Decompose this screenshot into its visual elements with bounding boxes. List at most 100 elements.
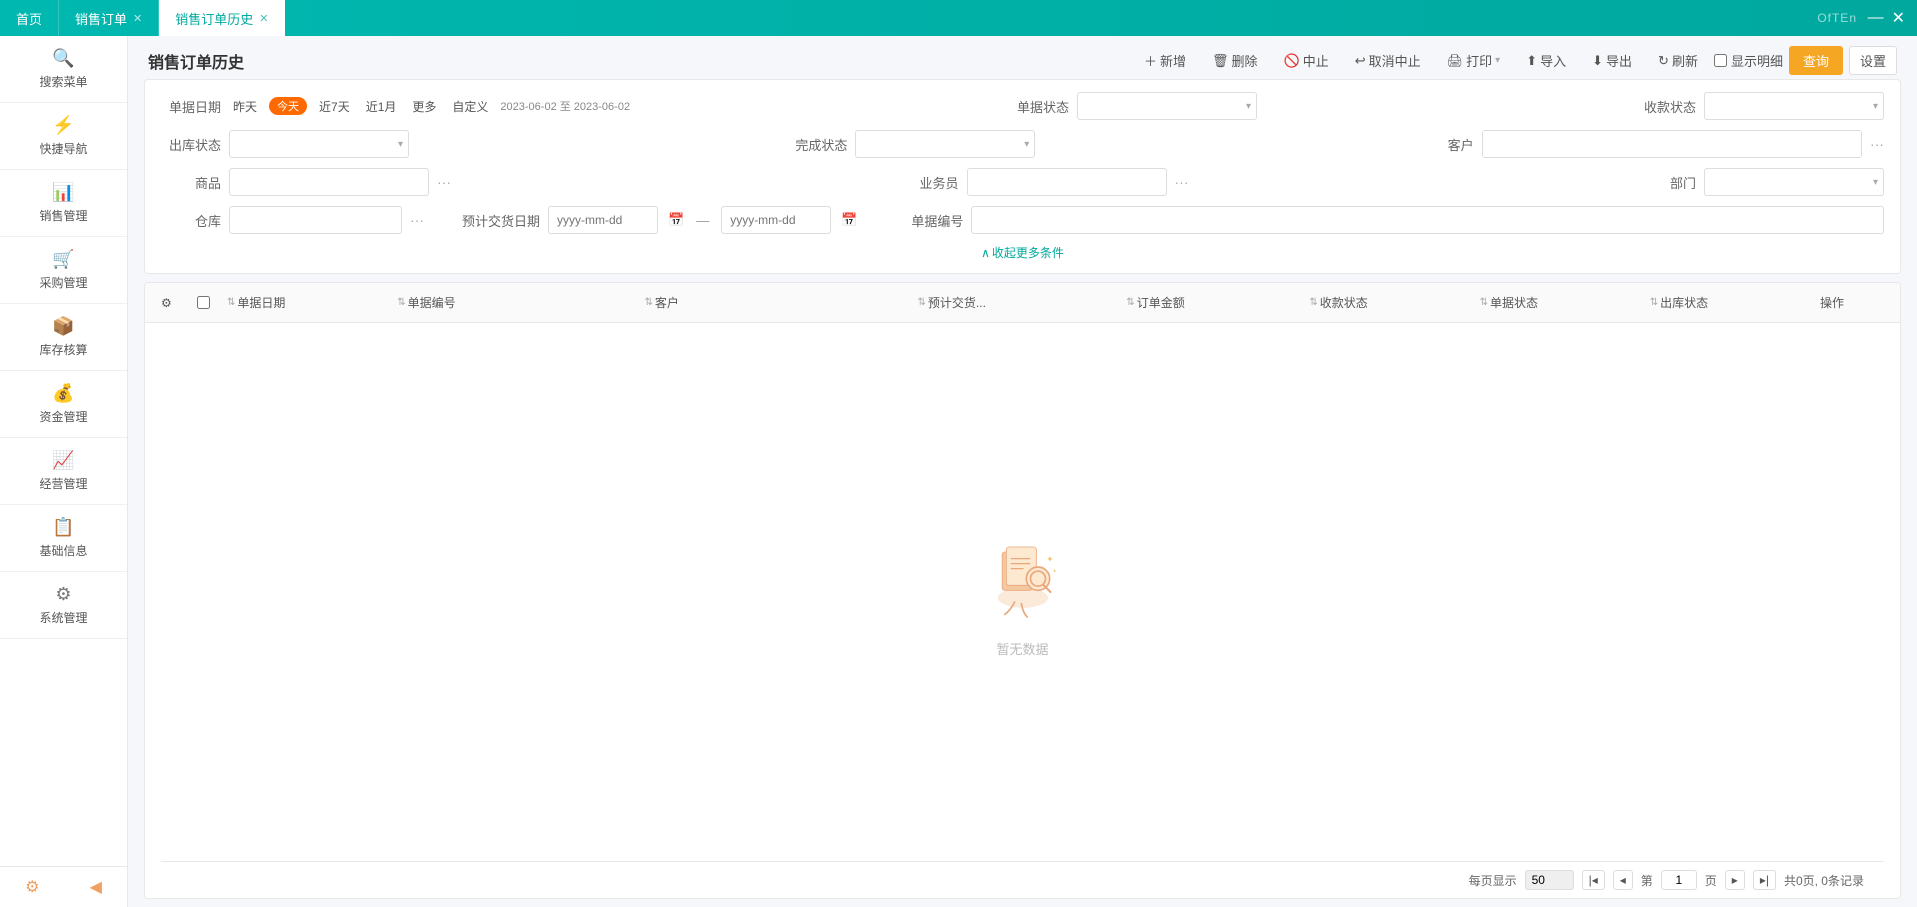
prev-page-button[interactable]: ◂ [1613, 870, 1633, 890]
date-label: 单据日期 [161, 97, 221, 116]
date-option-yesterday[interactable]: 昨天 [229, 97, 261, 116]
calendar-to-icon[interactable]: 📅 [841, 212, 857, 228]
warehouse-input[interactable] [229, 206, 402, 234]
sidebar-item-system[interactable]: ⚙ 系统管理 [0, 572, 127, 639]
last-page-button[interactable]: ▸| [1753, 870, 1776, 890]
th-stock-status[interactable]: ⇅ 出库状态 [1642, 294, 1812, 311]
sort-order-status-icon: ⇅ [1480, 297, 1488, 308]
th-delivery[interactable]: ⇅ 预计交货... [910, 294, 1119, 311]
warehouse-label: 仓库 [161, 211, 221, 230]
toolbar: ＋ + 新增 新增 🗑 删除 🚫 中止 ↩ 取消中止 🖨 打印 ▾ ⬆ 导 [1134, 46, 1897, 75]
complete-status-select-wrap: 未完成 已完成 ▾ [855, 130, 1035, 158]
tab-sales-order-history[interactable]: 销售订单历史 ✕ [159, 0, 285, 36]
th-checkbox[interactable] [189, 296, 219, 309]
order-number-label: 单据编号 [893, 211, 963, 230]
close-tab-history[interactable]: ✕ [259, 12, 268, 25]
order-number-input[interactable] [971, 206, 1884, 234]
sidebar-item-basic-info[interactable]: 📋 基础信息 [0, 505, 127, 572]
window-minimize-icon[interactable]: — [1868, 9, 1884, 27]
collapse-link[interactable]: ∧ 收起更多条件 [981, 244, 1064, 261]
complete-status-select[interactable]: 未完成 已完成 [855, 130, 1035, 158]
customer-input[interactable] [1482, 130, 1862, 158]
window-close-icon[interactable]: ✕ [1892, 8, 1905, 28]
sidebar-bottom: ⚙ ◀ [0, 866, 127, 907]
goods-input[interactable] [229, 168, 429, 196]
th-date[interactable]: ⇅ 单据日期 [219, 294, 389, 311]
page-size-select[interactable]: 20 50 100 [1525, 870, 1574, 890]
system-icon: ⚙ [55, 584, 71, 605]
page-number-input[interactable] [1661, 870, 1697, 890]
select-all-checkbox[interactable] [197, 296, 210, 309]
sort-stock-status-icon: ⇅ [1650, 297, 1658, 308]
th-pay-status[interactable]: ⇅ 收款状态 [1301, 294, 1471, 311]
complete-status-label: 完成状态 [787, 135, 847, 154]
next-page-button[interactable]: ▸ [1725, 870, 1745, 890]
display-detail-checkbox-label[interactable]: 显示明细 [1714, 51, 1783, 70]
import-button[interactable]: ⬆ 导入 [1516, 47, 1576, 74]
customer-ellipsis-icon[interactable]: ··· [1870, 136, 1884, 152]
first-page-button[interactable]: |◂ [1582, 870, 1605, 890]
delivery-date-from[interactable] [548, 206, 658, 234]
warehouse-ellipsis-icon[interactable]: ··· [410, 212, 424, 228]
sidebar-item-search-menu[interactable]: 🔍 搜索菜单 [0, 36, 127, 103]
sidebar-item-quick-nav[interactable]: ⚡ 快捷导航 [0, 103, 127, 170]
table-body: ✦ ✦ 暂无数据 [145, 323, 1900, 861]
tab-sales-order[interactable]: 销售订单 ✕ [59, 0, 159, 36]
filter-row-4: 仓库 ··· 预计交货日期 📅 — 📅 单据编号 [161, 206, 1884, 234]
print-icon: 🖨 [1447, 53, 1464, 69]
th-number[interactable]: ⇅ 单据编号 [389, 294, 636, 311]
stock-out-select-wrap: 未出库 部分出库 已出库 ▾ [229, 130, 409, 158]
query-button[interactable]: 查询 [1789, 46, 1843, 75]
delivery-date-label: 预计交货日期 [460, 211, 540, 230]
salesperson-ellipsis-icon[interactable]: ··· [1175, 174, 1189, 190]
sidebar-item-system-label: 系统管理 [39, 609, 87, 626]
date-option-more[interactable]: 更多 [408, 97, 440, 116]
sidebar-item-purchase[interactable]: 🛒 采购管理 [0, 237, 127, 304]
th-customer[interactable]: ⇅ 客户 [637, 294, 910, 311]
delete-icon: 🗑 [1212, 53, 1229, 69]
th-settings[interactable]: ⚙ [153, 296, 189, 310]
display-detail-checkbox[interactable] [1714, 54, 1727, 67]
stop-button[interactable]: 🚫 中止 [1274, 47, 1339, 74]
salesperson-input[interactable] [967, 168, 1167, 196]
settings-button[interactable]: 设置 [1849, 46, 1897, 75]
export-button[interactable]: ⬇ 导出 [1582, 47, 1642, 74]
payment-status-select[interactable]: 未收款 部分收款 已收款 [1704, 92, 1884, 120]
tab-home[interactable]: 首页 [0, 0, 59, 36]
sidebar-item-operations[interactable]: 📈 经营管理 [0, 438, 127, 505]
date-option-custom[interactable]: 自定义 [448, 97, 492, 116]
date-separator: — [696, 213, 709, 228]
print-button[interactable]: 🖨 打印 ▾ [1437, 47, 1511, 74]
order-status-select[interactable]: 草稿 已审核 已完成 [1077, 92, 1257, 120]
sidebar-item-finance[interactable]: 💰 资金管理 [0, 371, 127, 438]
sidebar-item-sales[interactable]: 📊 销售管理 [0, 170, 127, 237]
sort-date-icon: ⇅ [227, 297, 235, 308]
refresh-button[interactable]: ↻ 刷新 [1648, 47, 1708, 74]
refresh-icon: ↻ [1658, 53, 1669, 69]
new-button[interactable]: ＋ + 新增 新增 [1134, 47, 1196, 74]
goods-ellipsis-icon[interactable]: ··· [437, 174, 451, 190]
calendar-from-icon[interactable]: 📅 [668, 212, 684, 228]
sales-icon: 📊 [52, 182, 74, 203]
cancel-stop-button[interactable]: ↩ 取消中止 [1345, 47, 1431, 74]
sidebar: 🔍 搜索菜单 ⚡ 快捷导航 📊 销售管理 🛒 采购管理 📦 库存核算 💰 资金管… [0, 36, 128, 907]
sort-delivery-icon: ⇅ [918, 297, 926, 308]
stock-out-select[interactable]: 未出库 部分出库 已出库 [229, 130, 409, 158]
delete-button[interactable]: 🗑 删除 [1202, 47, 1268, 74]
th-order-status[interactable]: ⇅ 单据状态 [1472, 294, 1642, 311]
date-option-today[interactable]: 今天 [269, 97, 307, 115]
delivery-date-to[interactable] [721, 206, 831, 234]
department-select[interactable] [1704, 168, 1884, 196]
stop-icon: 🚫 [1284, 53, 1300, 69]
table-settings-icon[interactable]: ⚙ [161, 296, 172, 310]
date-option-7days[interactable]: 近7天 [315, 97, 354, 116]
order-status-select-wrap: 草稿 已审核 已完成 ▾ [1077, 92, 1257, 120]
sidebar-item-inventory[interactable]: 📦 库存核算 [0, 304, 127, 371]
sidebar-collapse-icon[interactable]: ◀ [90, 877, 102, 897]
close-tab-sales-order[interactable]: ✕ [133, 12, 142, 25]
th-amount[interactable]: ⇅ 订单金额 [1118, 294, 1301, 311]
date-option-1month[interactable]: 近1月 [362, 97, 401, 116]
main-layout: 🔍 搜索菜单 ⚡ 快捷导航 📊 销售管理 🛒 采购管理 📦 库存核算 💰 资金管… [0, 36, 1917, 907]
filter-row-3: 商品 ··· 业务员 ··· 部门 ▾ [161, 168, 1884, 196]
sidebar-settings-icon[interactable]: ⚙ [25, 877, 39, 897]
